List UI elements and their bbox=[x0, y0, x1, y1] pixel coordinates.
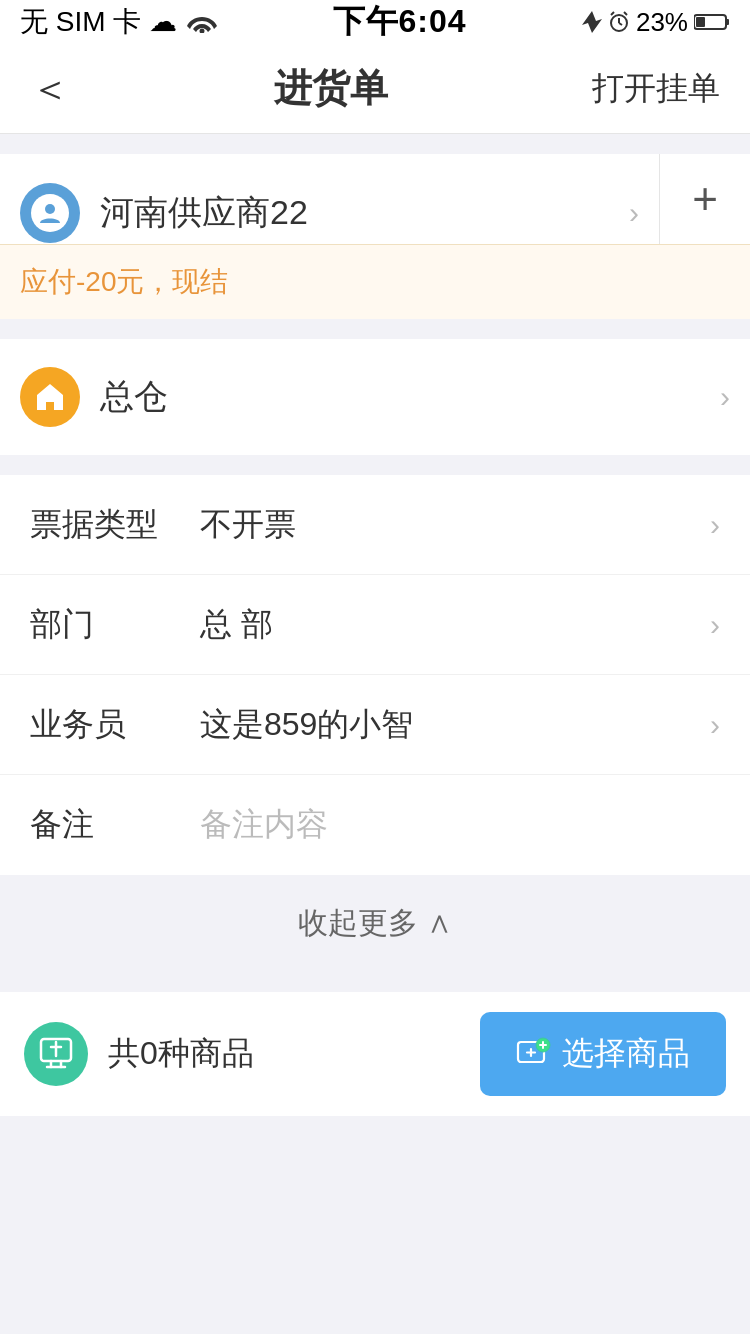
ticket-type-label: 票据类型 bbox=[30, 503, 190, 547]
avatar-inner bbox=[31, 194, 69, 232]
house-icon bbox=[33, 380, 67, 414]
nav-bar: ＜ 进货单 打开挂单 bbox=[0, 44, 750, 134]
select-btn-label: 选择商品 bbox=[562, 1032, 690, 1076]
warehouse-name: 总仓 bbox=[100, 374, 710, 420]
wifi-icon bbox=[187, 11, 217, 33]
form-section: 票据类型 不开票 › 部门 总 部 › 业务员 这是859的小智 › 备注 备注… bbox=[0, 475, 750, 875]
battery-label: 23% bbox=[636, 7, 688, 38]
svg-point-0 bbox=[200, 29, 205, 34]
location-icon bbox=[582, 11, 602, 33]
cart-icon bbox=[37, 1037, 75, 1071]
gap-1 bbox=[0, 134, 750, 154]
department-chevron-icon: › bbox=[710, 608, 720, 642]
person-icon bbox=[38, 201, 62, 225]
ticket-type-row[interactable]: 票据类型 不开票 › bbox=[0, 475, 750, 575]
collapse-button[interactable]: 收起更多 ∧ bbox=[0, 875, 750, 972]
warehouse-icon bbox=[20, 367, 80, 427]
salesperson-value: 这是859的小智 bbox=[190, 703, 700, 747]
svg-line-4 bbox=[611, 12, 614, 15]
select-product-button[interactable]: 选择商品 bbox=[480, 1012, 726, 1096]
product-icon bbox=[24, 1022, 88, 1086]
status-bar: 无 SIM 卡 ☁ 下午6:04 23% bbox=[0, 0, 750, 44]
supplier-avatar bbox=[20, 183, 80, 243]
svg-line-3 bbox=[619, 23, 622, 25]
department-value: 总 部 bbox=[190, 603, 700, 647]
add-supplier-button[interactable]: + bbox=[660, 154, 750, 244]
supplier-row[interactable]: 河南供应商22 › bbox=[0, 154, 660, 244]
alarm-icon bbox=[608, 11, 630, 33]
status-right: 23% bbox=[582, 7, 730, 38]
supplier-chevron-icon: › bbox=[629, 196, 639, 230]
warehouse-chevron-icon: › bbox=[720, 380, 730, 414]
open-pending-button[interactable]: 打开挂单 bbox=[592, 67, 720, 111]
notice-banner: 应付-20元，现结 bbox=[0, 244, 750, 319]
department-label: 部门 bbox=[30, 603, 190, 647]
page-rest bbox=[0, 1116, 750, 1334]
remark-value: 备注内容 bbox=[190, 803, 720, 847]
status-left: 无 SIM 卡 ☁ bbox=[20, 3, 217, 41]
svg-point-9 bbox=[45, 204, 55, 214]
ticket-type-chevron-icon: › bbox=[710, 508, 720, 542]
back-button[interactable]: ＜ bbox=[30, 61, 70, 116]
ticket-type-value: 不开票 bbox=[190, 503, 700, 547]
bottom-bar: 共0种商品 选择商品 bbox=[0, 992, 750, 1116]
salesperson-label: 业务员 bbox=[30, 703, 190, 747]
select-cart-icon bbox=[516, 1036, 552, 1072]
warehouse-section[interactable]: 总仓 › bbox=[0, 339, 750, 455]
remark-row[interactable]: 备注 备注内容 bbox=[0, 775, 750, 875]
sim-label: 无 SIM 卡 ☁ bbox=[20, 3, 177, 41]
page-title: 进货单 bbox=[274, 63, 388, 114]
supplier-name: 河南供应商22 bbox=[100, 190, 619, 236]
supplier-section: 河南供应商22 › + bbox=[0, 154, 750, 244]
gap-3 bbox=[0, 455, 750, 475]
svg-rect-8 bbox=[696, 17, 705, 27]
remark-label: 备注 bbox=[30, 803, 190, 847]
gap-4 bbox=[0, 972, 750, 992]
product-count: 共0种商品 bbox=[108, 1032, 480, 1076]
status-time: 下午6:04 bbox=[333, 0, 467, 44]
svg-line-5 bbox=[624, 12, 627, 15]
gap-2 bbox=[0, 319, 750, 339]
salesperson-chevron-icon: › bbox=[710, 708, 720, 742]
salesperson-row[interactable]: 业务员 这是859的小智 › bbox=[0, 675, 750, 775]
battery-icon bbox=[694, 13, 730, 31]
department-row[interactable]: 部门 总 部 › bbox=[0, 575, 750, 675]
svg-rect-7 bbox=[726, 19, 729, 25]
